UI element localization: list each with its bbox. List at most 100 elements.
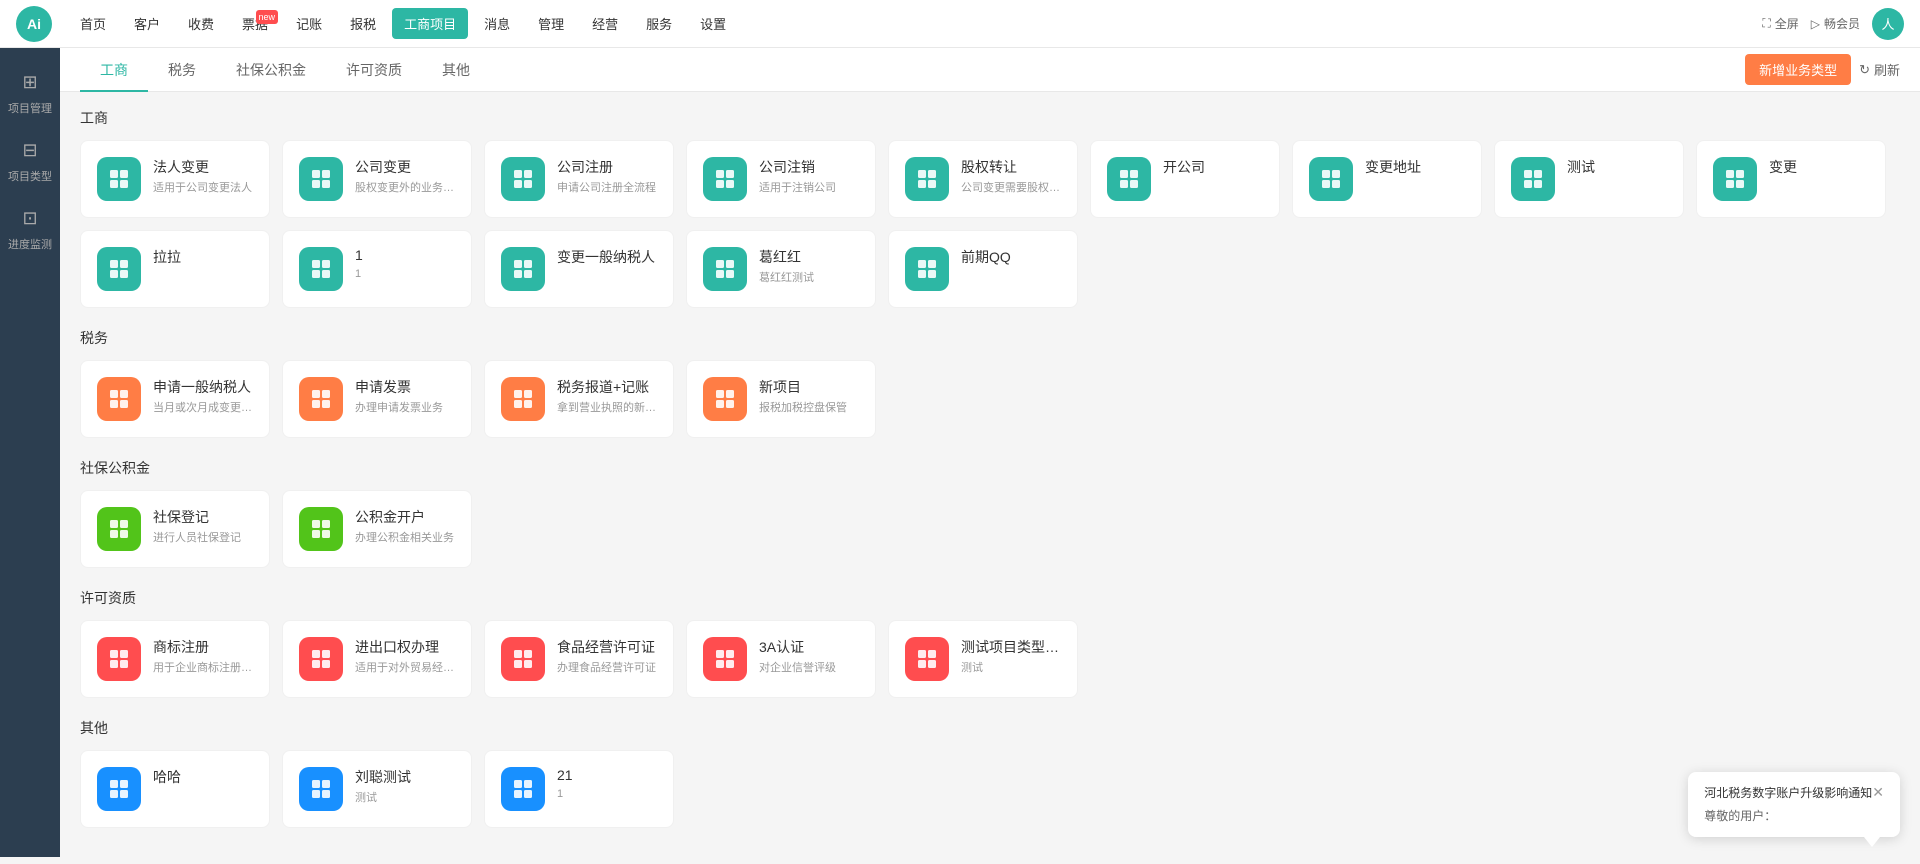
card-info: 拉拉 [153, 247, 253, 271]
sidebar-item-项目管理[interactable]: ⊞ 项目管理 [0, 58, 60, 126]
nav-item-管理[interactable]: 管理 [526, 8, 576, 39]
card-测试[interactable]: 测试 [1494, 140, 1684, 218]
card-新项目[interactable]: 新项目 报税加税控盘保管 [686, 360, 876, 438]
card-公积金开户[interactable]: 公积金开户 办理公积金相关业务 [282, 490, 472, 568]
sidebar-icon: ⊟ [16, 136, 44, 164]
tab-其他[interactable]: 其他 [422, 49, 490, 92]
card-变更一般纳税人[interactable]: 变更一般纳税人 [484, 230, 674, 308]
card-title: 21 [557, 767, 657, 783]
card-info: 变更一般纳税人 [557, 247, 657, 271]
card-info: 哈哈 [153, 767, 253, 791]
sidebar-item-label: 项目管理 [8, 100, 52, 116]
nav-item-服务[interactable]: 服务 [634, 8, 684, 39]
card-股权转让[interactable]: 股权转让 公司变更需要股权转让 [888, 140, 1078, 218]
cards-grid-shuiwu: 申请一般纳税人 当月或次月成变更完成 申请发票 办理申请发票业务 [80, 360, 1900, 438]
card-法人变更[interactable]: 法人变更 适用于公司变更法人 [80, 140, 270, 218]
card-食品经营许可证[interactable]: 食品经营许可证 办理食品经营许可证 [484, 620, 674, 698]
tab-工商[interactable]: 工商 [80, 49, 148, 92]
nav-item-设置[interactable]: 设置 [688, 8, 738, 39]
section-shuiwu: 税务 申请一般纳税人 当月或次月成变更完成 [80, 328, 1900, 438]
app-logo: Ai [16, 6, 52, 42]
card-info: 公积金开户 办理公积金相关业务 [355, 507, 455, 546]
card-info: 开公司 [1163, 157, 1263, 181]
nav-item-工商项目[interactable]: 工商项目 [392, 8, 468, 39]
notification-close-btn[interactable]: ✕ [1872, 784, 1884, 801]
sidebar-item-项目类型[interactable]: ⊟ 项目类型 [0, 126, 60, 194]
card-税务报道+记账[interactable]: 税务报道+记账 拿到营业执照的新公司 [484, 360, 674, 438]
nav-item-客户[interactable]: 客户 [122, 8, 172, 39]
card-申请一般纳税人[interactable]: 申请一般纳税人 当月或次月成变更完成 [80, 360, 270, 438]
card-刘聪测试[interactable]: 刘聪测试 测试 [282, 750, 472, 828]
card-info: 进出口权办理 适用于对外贸易经营者 [355, 637, 455, 676]
card-测试项目类型目定义[interactable]: 测试项目类型目定义 测试 [888, 620, 1078, 698]
cards-grid-qita: 哈哈 刘聪测试 测试 [80, 750, 1900, 828]
card-info: 3A认证 对企业信誉评级 [759, 637, 859, 676]
tab-许可资质[interactable]: 许可资质 [326, 49, 422, 92]
card-info: 食品经营许可证 办理食品经营许可证 [557, 637, 657, 676]
card-变更[interactable]: 变更 [1696, 140, 1886, 218]
notification-bubble: 河北税务数字账户升级影响通知 ✕ 尊敬的用户： [1688, 772, 1900, 837]
card-变更地址[interactable]: 变更地址 [1292, 140, 1482, 218]
tabs-bar: 工商税务社保公积金许可资质其他 新增业务类型 ↻ 刷新 [60, 48, 1920, 92]
nav-item-报税[interactable]: 报税 [338, 8, 388, 39]
user-avatar[interactable]: 人 [1872, 8, 1904, 40]
card-title: 进出口权办理 [355, 637, 455, 657]
card-icon [501, 767, 545, 811]
card-前期QQ[interactable]: 前期QQ [888, 230, 1078, 308]
card-title: 测试项目类型目定义 [961, 637, 1061, 657]
nav-item-消息[interactable]: 消息 [472, 8, 522, 39]
card-info: 葛红红 葛红红测试 [759, 247, 859, 286]
card-1[interactable]: 1 1 [282, 230, 472, 308]
card-3A认证[interactable]: 3A认证 对企业信誉评级 [686, 620, 876, 698]
member-btn[interactable]: ▷ 畅会员 [1811, 15, 1860, 32]
notification-triangle [1864, 837, 1880, 847]
section-title-shuiwu: 税务 [80, 328, 1900, 348]
refresh-button[interactable]: ↻ 刷新 [1859, 60, 1900, 79]
section-xuke: 许可资质 商标注册 用于企业商标注册服务 [80, 588, 1900, 698]
card-公司变更[interactable]: 公司变更 股权变更外的业务变更 [282, 140, 472, 218]
card-社保登记[interactable]: 社保登记 进行人员社保登记 [80, 490, 270, 568]
card-title: 公司注册 [557, 157, 657, 177]
nav-item-收费[interactable]: 收费 [176, 8, 226, 39]
card-21[interactable]: 21 1 [484, 750, 674, 828]
card-icon [97, 507, 141, 551]
card-title: 测试 [1567, 157, 1667, 177]
nav-item-经营[interactable]: 经营 [580, 8, 630, 39]
main-content: 工商税务社保公积金许可资质其他 新增业务类型 ↻ 刷新 工商 法人变更 适用于公… [60, 48, 1920, 864]
card-公司注册[interactable]: 公司注册 申请公司注册全流程 [484, 140, 674, 218]
card-info: 商标注册 用于企业商标注册服务 [153, 637, 253, 676]
sidebar-item-进度监测[interactable]: ⊡ 进度监测 [0, 194, 60, 262]
card-title: 前期QQ [961, 247, 1061, 267]
card-info: 申请发票 办理申请发票业务 [355, 377, 455, 416]
card-desc: 对企业信誉评级 [759, 661, 859, 676]
tab-社保公积金[interactable]: 社保公积金 [216, 49, 326, 92]
add-type-button[interactable]: 新增业务类型 [1745, 54, 1851, 85]
nav-item-记账[interactable]: 记账 [284, 8, 334, 39]
card-info: 前期QQ [961, 247, 1061, 271]
card-title: 哈哈 [153, 767, 253, 787]
card-info: 变更地址 [1365, 157, 1465, 181]
card-公司注销[interactable]: 公司注销 适用于注销公司 [686, 140, 876, 218]
nav-item-首页[interactable]: 首页 [68, 8, 118, 39]
card-title: 3A认证 [759, 637, 859, 657]
card-title: 税务报道+记账 [557, 377, 657, 397]
card-desc: 当月或次月成变更完成 [153, 401, 253, 416]
card-进出口权办理[interactable]: 进出口权办理 适用于对外贸易经营者 [282, 620, 472, 698]
card-拉拉[interactable]: 拉拉 [80, 230, 270, 308]
section-title-shebao: 社保公积金 [80, 458, 1900, 478]
fullscreen-btn[interactable]: ⛶ 全屏 [1762, 15, 1798, 32]
cards-grid-xuke: 商标注册 用于企业商标注册服务 进出口权办理 适用于对外贸易经营者 [80, 620, 1900, 698]
card-icon [905, 157, 949, 201]
card-申请发票[interactable]: 申请发票 办理申请发票业务 [282, 360, 472, 438]
card-info: 刘聪测试 测试 [355, 767, 455, 806]
card-商标注册[interactable]: 商标注册 用于企业商标注册服务 [80, 620, 270, 698]
card-info: 21 1 [557, 767, 657, 802]
card-哈哈[interactable]: 哈哈 [80, 750, 270, 828]
card-icon [501, 637, 545, 681]
card-开公司[interactable]: 开公司 [1090, 140, 1280, 218]
tab-税务[interactable]: 税务 [148, 49, 216, 92]
card-title: 1 [355, 247, 455, 263]
card-葛红红[interactable]: 葛红红 葛红红测试 [686, 230, 876, 308]
nav-item-票据[interactable]: 票据new [230, 8, 280, 39]
card-icon [299, 507, 343, 551]
